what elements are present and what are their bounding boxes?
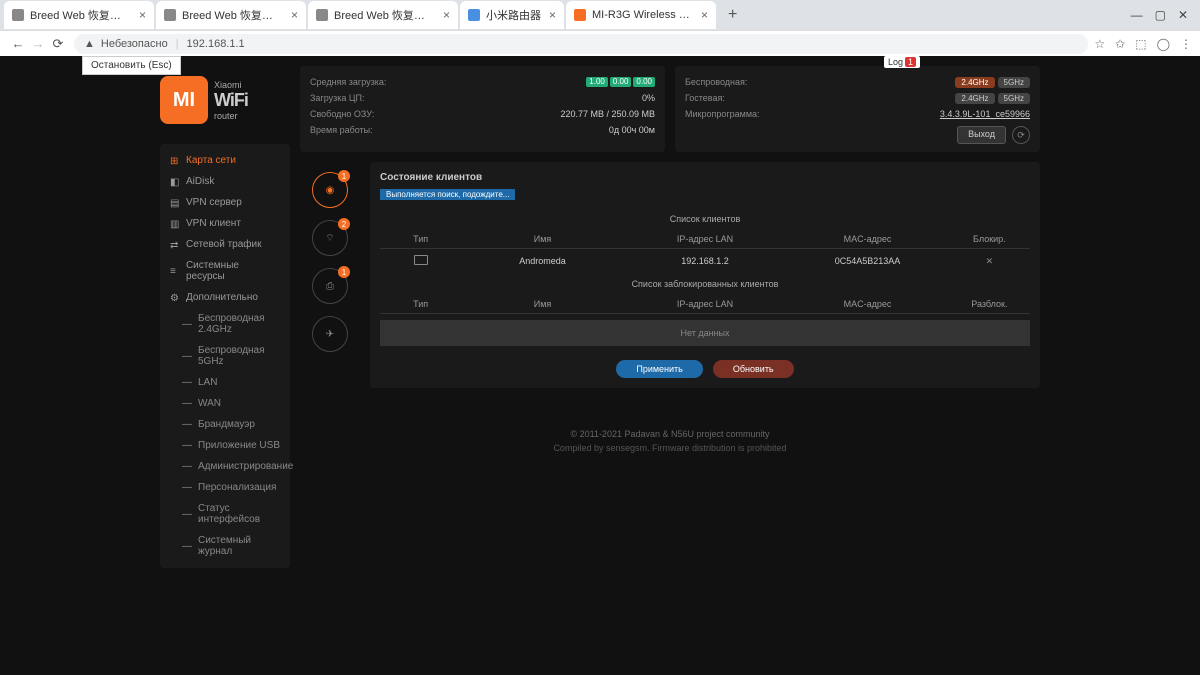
block-icon[interactable]: ✕ (986, 256, 994, 266)
sidebar-item-resources[interactable]: ≡Системные ресурсы (160, 255, 290, 287)
tab-3[interactable]: Breed Web 恢复控制台× (308, 1, 458, 29)
reload-tooltip: Остановить (Esc) (82, 56, 181, 75)
minimize-icon[interactable]: — (1131, 8, 1143, 22)
info-box: Беспроводная:2.4GHz5GHz Гостевая:2.4GHz5… (675, 66, 1040, 152)
sidebar-sub-5ghz[interactable]: — Беспроводная 5GHz (160, 340, 290, 372)
disk-icon: ◧ (170, 177, 180, 187)
table-row[interactable]: Andromeda 192.168.1.2 0C54A5B213AA ✕ (380, 249, 1030, 273)
device-icon (414, 255, 428, 265)
sidebar-sub-admin[interactable]: — Администрирование (160, 456, 290, 477)
sidebar-item-map[interactable]: ⊞Карта сети (160, 150, 290, 171)
sidebar-sub-syslog[interactable]: — Системный журнал (160, 530, 290, 562)
sidebar-item-advanced[interactable]: ⚙Дополнительно (160, 287, 290, 308)
clients-panel: Состояние клиентов Выполняется поиск, по… (370, 162, 1040, 388)
apply-button[interactable]: Применить (616, 360, 703, 378)
maximize-icon[interactable]: ▢ (1155, 8, 1166, 22)
address-bar: ← → ⟳ ▲ Небезопасно | 192.168.1.1 ☆ ✩ ⬚ … (0, 30, 1200, 56)
log-badge[interactable]: Log1 (884, 56, 920, 68)
sidebar-sub-firewall[interactable]: — Брандмауэр (160, 414, 290, 435)
sidebar-item-aidisk[interactable]: ◧AiDisk (160, 171, 290, 192)
icon-stack: ◉1 ⌔2 ⎙1 ✈ (300, 162, 360, 388)
sidebar-sub-personal[interactable]: — Персонализация (160, 477, 290, 498)
resources-icon: ≡ (170, 266, 180, 276)
blocked-list-header: Список заблокированных клиентов (380, 279, 1030, 289)
close-icon[interactable]: × (139, 8, 146, 22)
no-data-row: Нет данных (380, 320, 1030, 346)
restart-icon[interactable]: ⟳ (1012, 126, 1030, 144)
favorites-icon[interactable]: ✩ (1115, 37, 1125, 51)
footer: © 2011-2021 Padavan & N56U project commu… (300, 428, 1040, 455)
clients-icon[interactable]: ◉1 (312, 172, 348, 208)
client-list-header: Список клиентов (380, 214, 1030, 224)
browser-chrome: Breed Web 恢复控制台× Breed Web 恢复控制台× Breed … (0, 0, 1200, 56)
progress-text: Выполняется поиск, подождите... (380, 189, 515, 200)
warning-icon: ▲ (84, 38, 95, 50)
sidebar-sub-usb[interactable]: — Приложение USB (160, 435, 290, 456)
stats-box: Средняя загрузка:1.000.000.00 Загрузка Ц… (300, 66, 665, 152)
refresh-button[interactable]: Обновить (713, 360, 794, 378)
tab-1[interactable]: Breed Web 恢复控制台× (4, 1, 154, 29)
forward-button[interactable]: → (28, 36, 48, 51)
sidebar-sub-lan[interactable]: — LAN (160, 372, 290, 393)
traffic-icon: ⇄ (170, 240, 180, 250)
extension-icon[interactable]: ⬚ (1135, 37, 1146, 51)
blocked-table-header: Тип Имя IP-адрес LAN MAC-адрес Разблок. (380, 295, 1030, 314)
tab-5[interactable]: MI-R3G Wireless Router× (566, 1, 716, 29)
back-button[interactable]: ← (8, 36, 28, 51)
sidebar-item-vpn-server[interactable]: ▤VPN сервер (160, 192, 290, 213)
sidebar-sub-ifstatus[interactable]: — Статус интерфейсов (160, 498, 290, 530)
logout-button[interactable]: Выход (957, 126, 1006, 144)
sidebar-sub-wan[interactable]: — WAN (160, 393, 290, 414)
url-text: 192.168.1.1 (187, 38, 245, 50)
close-icon[interactable]: × (701, 8, 708, 22)
gear-icon: ⚙ (170, 293, 180, 303)
menu-icon[interactable]: ⋮ (1180, 37, 1192, 51)
server-icon: ▤ (170, 198, 180, 208)
close-icon[interactable]: × (549, 8, 556, 22)
bookmark-icon[interactable]: ☆ (1094, 37, 1105, 51)
internet-icon[interactable]: ✈ (312, 316, 348, 352)
close-icon[interactable]: × (291, 8, 298, 22)
sidebar-sub-24ghz[interactable]: — Беспроводная 2.4GHz (160, 308, 290, 340)
sidebar: ⊞Карта сети ◧AiDisk ▤VPN сервер ▥VPN кли… (160, 144, 290, 568)
logo: MI Xiaomi WiFi router (160, 66, 290, 144)
reload-button[interactable]: ⟳ (48, 36, 68, 52)
network-icon: ⊞ (170, 156, 180, 166)
window-close-icon[interactable]: ✕ (1178, 8, 1188, 22)
mi-logo-icon: MI (160, 76, 208, 124)
client-icon: ▥ (170, 219, 180, 229)
sidebar-item-vpn-client[interactable]: ▥VPN клиент (160, 213, 290, 234)
tab-2[interactable]: Breed Web 恢复控制台× (156, 1, 306, 29)
table-header: Тип Имя IP-адрес LAN MAC-адрес Блокир. (380, 230, 1030, 249)
close-icon[interactable]: × (443, 8, 450, 22)
new-tab-button[interactable]: + (718, 6, 747, 24)
tab-4[interactable]: 小米路由器× (460, 1, 564, 29)
address-input[interactable]: ▲ Небезопасно | 192.168.1.1 (74, 34, 1088, 54)
clients-title: Состояние клиентов (380, 172, 1030, 183)
sidebar-item-traffic[interactable]: ⇄Сетевой трафик (160, 234, 290, 255)
wifi-icon[interactable]: ⌔2 (312, 220, 348, 256)
profile-icon[interactable]: ◯ (1157, 37, 1170, 51)
tab-bar: Breed Web 恢复控制台× Breed Web 恢复控制台× Breed … (0, 0, 1200, 30)
usb-icon[interactable]: ⎙1 (312, 268, 348, 304)
router-ui: Log1 MI Xiaomi WiFi router ⊞Карта сети ◧… (0, 56, 1200, 675)
